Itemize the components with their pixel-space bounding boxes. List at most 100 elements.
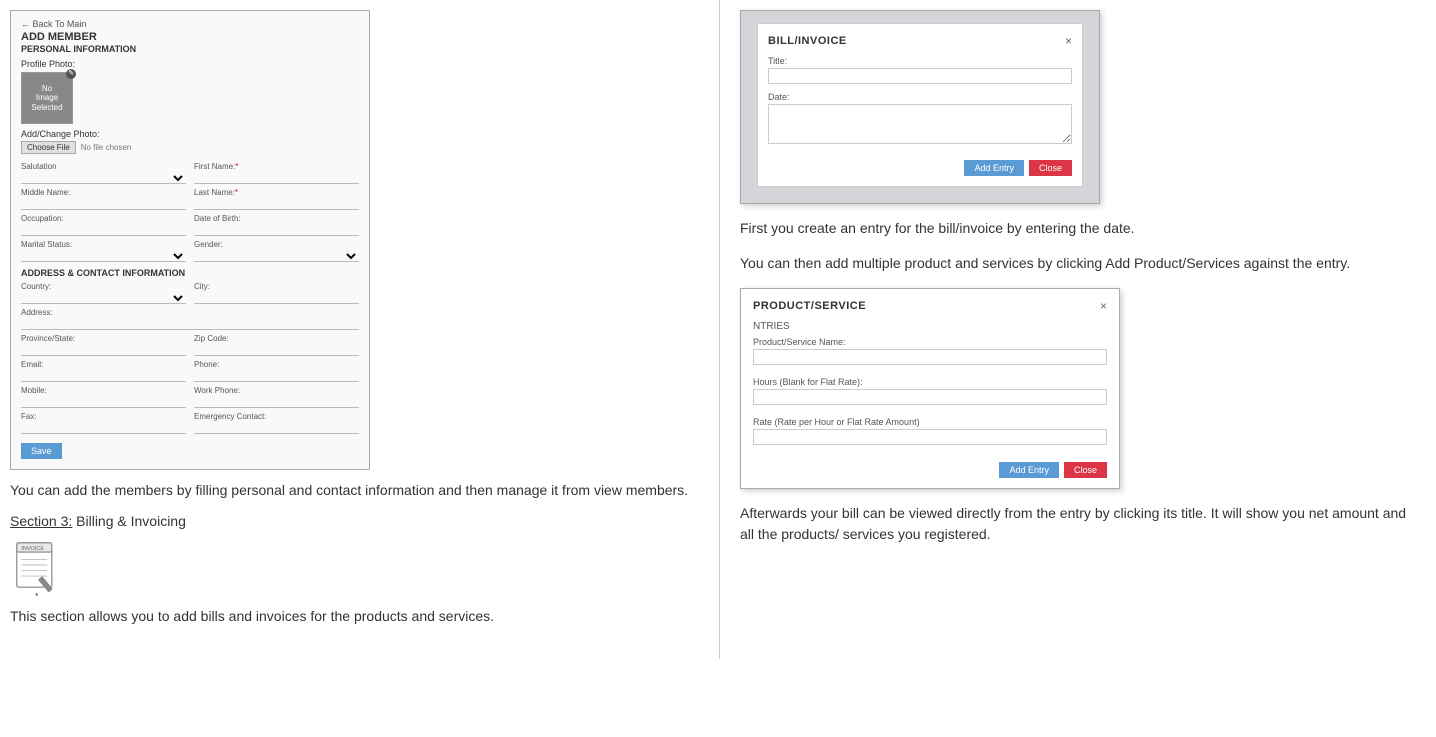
add-change-photo-label: Add/Change Photo: — [21, 129, 359, 139]
email-input[interactable] — [21, 370, 186, 382]
mobile-input[interactable] — [21, 396, 186, 408]
form-group-occupation: Occupation: — [21, 214, 186, 236]
form-group-dob: Date of Birth: — [194, 214, 359, 236]
occupation-input[interactable] — [21, 224, 186, 236]
product-service-modal-screenshot: PRODUCT/SERVICE × NTRIES Product/Service… — [740, 288, 1120, 489]
bill-modal-close-icon[interactable]: × — [1065, 34, 1072, 48]
zip-label: Zip Code: — [194, 334, 359, 343]
gender-label: Gender: — [194, 240, 359, 249]
right-desc-2: You can then add multiple product and se… — [740, 253, 1416, 274]
add-member-form-screenshot: ← Back To Main ADD MEMBER PERSONAL INFOR… — [10, 10, 370, 470]
left-column: ← Back To Main ADD MEMBER PERSONAL INFOR… — [0, 0, 720, 659]
address-label: Address: — [21, 308, 359, 317]
section-title: Billing & Invoicing — [72, 513, 186, 529]
choose-file-button[interactable]: Choose File — [21, 141, 76, 154]
save-button[interactable]: Save — [21, 443, 62, 459]
svg-text:INVOICE: INVOICE — [21, 546, 44, 552]
middlename-input[interactable] — [21, 198, 186, 210]
form-row-occupation-dob: Occupation: Date of Birth: — [21, 214, 359, 236]
form-group-middlename: Middle Name: — [21, 188, 186, 210]
form-group-lastname: Last Name:* — [194, 188, 359, 210]
bill-date-textarea[interactable] — [768, 104, 1072, 144]
right-column: BILL/INVOICE × Title: Date: Add Entry Cl… — [720, 0, 1436, 659]
back-link[interactable]: ← Back To Main — [21, 19, 359, 29]
photo-edit-btn[interactable]: ✎ — [66, 69, 76, 79]
fax-input[interactable] — [21, 422, 186, 434]
product-modal-close-icon[interactable]: × — [1100, 299, 1107, 313]
invoice-icon: INVOICE — [10, 541, 65, 596]
right-desc-1: First you create an entry for the bill/i… — [740, 218, 1416, 239]
province-input[interactable] — [21, 344, 186, 356]
salutation-select[interactable] — [21, 172, 186, 184]
salutation-label: Salutation — [21, 162, 186, 171]
country-select[interactable] — [21, 292, 186, 304]
form-group-country: Country: — [21, 282, 186, 304]
form-row-address: Address: — [21, 308, 359, 330]
bill-modal-footer: Add Entry Close — [768, 160, 1072, 176]
form-group-phone: Phone: — [194, 360, 359, 382]
city-label: City: — [194, 282, 359, 291]
dob-input[interactable] — [194, 224, 359, 236]
address-input[interactable] — [21, 318, 359, 330]
form-group-gender: Gender: — [194, 240, 359, 262]
lastname-input[interactable] — [194, 198, 359, 210]
bill-invoice-modal-box: BILL/INVOICE × Title: Date: Add Entry Cl… — [757, 23, 1083, 187]
form-row-salutation-firstname: Salutation First Name:* — [21, 162, 359, 184]
section-underline: Section 3: — [10, 513, 72, 529]
province-label: Province/State: — [21, 334, 186, 343]
form-group-marital: Marital Status: — [21, 240, 186, 262]
form-group-firstname: First Name:* — [194, 162, 359, 184]
bill-title-label: Title: — [768, 56, 1072, 66]
product-modal-header: PRODUCT/SERVICE × — [753, 299, 1107, 313]
bill-date-label: Date: — [768, 92, 1072, 102]
form-row-marital-gender: Marital Status: Gender: — [21, 240, 359, 262]
phone-input[interactable] — [194, 370, 359, 382]
form-title: ADD MEMBER — [21, 31, 359, 43]
form-group-address: Address: — [21, 308, 359, 330]
product-add-entry-button[interactable]: Add Entry — [999, 462, 1059, 478]
gender-select[interactable] — [194, 250, 359, 262]
fax-label: Fax: — [21, 412, 186, 421]
lastname-label: Last Name:* — [194, 188, 359, 197]
form-group-zip: Zip Code: — [194, 334, 359, 356]
file-input-row: Choose File No file chosen — [21, 141, 359, 154]
form-subtitle: PERSONAL INFORMATION — [21, 44, 359, 54]
email-label: Email: — [21, 360, 186, 369]
workphone-input[interactable] — [194, 396, 359, 408]
profile-photo-box: ✎ NoImageSelected — [21, 72, 73, 124]
form-row-email-phone: Email: Phone: — [21, 360, 359, 382]
workphone-label: Work Phone: — [194, 386, 359, 395]
firstname-input[interactable] — [194, 172, 359, 184]
country-label: Country: — [21, 282, 186, 291]
product-name-input[interactable] — [753, 349, 1107, 365]
bill-close-button[interactable]: Close — [1029, 160, 1072, 176]
address-section-label: ADDRESS & CONTACT INFORMATION — [21, 268, 359, 278]
marital-select[interactable] — [21, 250, 186, 262]
city-input[interactable] — [194, 292, 359, 304]
form-group-email: Email: — [21, 360, 186, 382]
hours-label: Hours (Blank for Flat Rate): — [753, 377, 1107, 387]
phone-label: Phone: — [194, 360, 359, 369]
form-group-salutation: Salutation — [21, 162, 186, 184]
bill-add-entry-button[interactable]: Add Entry — [964, 160, 1024, 176]
form-row-mobile-workphone: Mobile: Work Phone: — [21, 386, 359, 408]
emergency-input[interactable] — [194, 422, 359, 434]
form-row-country-city: Country: City: — [21, 282, 359, 304]
marital-label: Marital Status: — [21, 240, 186, 249]
product-modal-footer: Add Entry Close — [753, 462, 1107, 478]
hours-input[interactable] — [753, 389, 1107, 405]
form-group-workphone: Work Phone: — [194, 386, 359, 408]
zip-input[interactable] — [194, 344, 359, 356]
bill-title-input[interactable] — [768, 68, 1072, 84]
entries-label: NTRIES — [753, 321, 1107, 332]
product-modal-inner: PRODUCT/SERVICE × NTRIES Product/Service… — [741, 289, 1119, 488]
product-close-button[interactable]: Close — [1064, 462, 1107, 478]
profile-photo-label: Profile Photo: — [21, 59, 359, 69]
file-name-display: No file chosen — [81, 143, 132, 152]
dob-label: Date of Birth: — [194, 214, 359, 223]
form-row-province-zip: Province/State: Zip Code: — [21, 334, 359, 356]
form-group-emergency: Emergency Contact: — [194, 412, 359, 434]
rate-input[interactable] — [753, 429, 1107, 445]
product-modal-title: PRODUCT/SERVICE — [753, 300, 866, 312]
invoice-svg-graphic: INVOICE — [10, 541, 65, 601]
